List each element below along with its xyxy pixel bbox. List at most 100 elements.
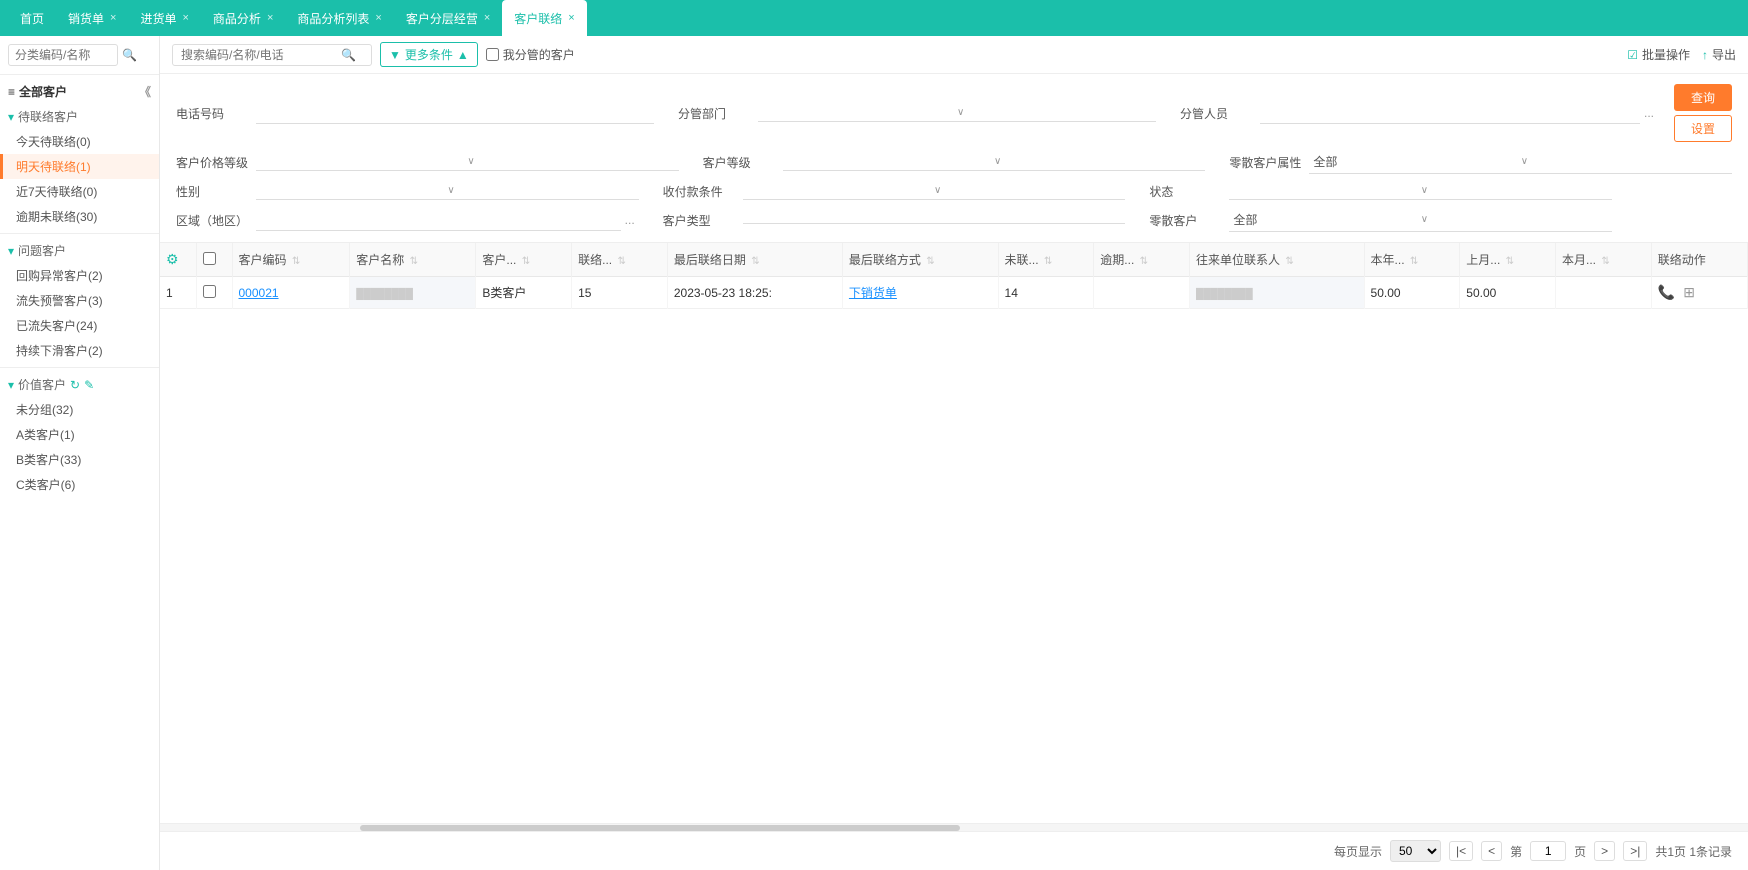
customer-table: ⚙ 客户编码 ⇅ 客户名称 ⇅ (160, 243, 1748, 309)
sidebar-item-today-contact[interactable]: 今天待联络(0) (0, 129, 159, 154)
sidebar-item-b-class[interactable]: B类客户(33) (0, 447, 159, 472)
col-contact-count: 联络... ⇅ (572, 243, 668, 277)
checkbox-icon: ☑ (1627, 48, 1638, 62)
row-overdue (1094, 277, 1190, 309)
retail-customer-select[interactable]: 全部 ∨ (1229, 208, 1612, 232)
my-customers-checkbox[interactable] (486, 48, 499, 61)
chevron-down-icon: ∨ (994, 156, 1201, 167)
search-icon[interactable]: 🔍 (122, 48, 137, 62)
row-last-month: 50.00 (1460, 277, 1556, 309)
sidebar-item-churn-warning[interactable]: 流失预警客户(3) (0, 288, 159, 313)
retail-attr-select[interactable]: 全部 ∨ (1309, 150, 1732, 174)
gender-select[interactable]: ∨ (256, 182, 639, 200)
filter-manager: 分管人员 ... (1180, 103, 1658, 124)
table-header-row: ⚙ 客户编码 ⇅ 客户名称 ⇅ (160, 243, 1748, 277)
manager-input[interactable] (1260, 103, 1640, 124)
customer-type-select[interactable] (743, 217, 1126, 224)
horizontal-scrollbar[interactable] (160, 823, 1748, 831)
col-type: 客户... ⇅ (476, 243, 572, 277)
chevron-down-icon: ∨ (1521, 156, 1728, 167)
sidebar-item-c-class[interactable]: C类客户(6) (0, 472, 159, 497)
nav-sales-order[interactable]: 销货单 × (56, 0, 128, 36)
sidebar-search-input[interactable] (8, 44, 118, 66)
page-number-input[interactable] (1530, 841, 1566, 861)
phone-input[interactable] (256, 103, 654, 124)
next-page-button[interactable]: > (1594, 841, 1615, 861)
filter-customer-level: 客户等级 ∨ (703, 153, 1206, 171)
filter-button[interactable]: ▼ 更多条件 ▲ (380, 42, 478, 67)
payment-select[interactable]: ∨ (743, 182, 1126, 200)
checkbox-header (196, 243, 232, 277)
row-uncontacted: 14 (998, 277, 1094, 309)
select-all-checkbox[interactable] (203, 252, 216, 265)
first-page-button[interactable]: |< (1449, 841, 1473, 861)
sidebar-item-abnormal-repurchase[interactable]: 回购异常客户(2) (0, 263, 159, 288)
sort-icon: ⇅ (1410, 256, 1418, 267)
customer-level-select[interactable]: ∨ (783, 153, 1206, 171)
all-customers-title: ≡ 全部客户 《 (0, 75, 159, 104)
dept-select[interactable]: ∨ (758, 104, 1156, 122)
more-icon[interactable]: ... (621, 213, 639, 227)
col-last-month: 上月... ⇅ (1460, 243, 1556, 277)
close-icon[interactable]: × (568, 12, 574, 24)
sidebar-item-churned[interactable]: 已流失客户(24) (0, 313, 159, 338)
nav-customer-contact[interactable]: 客户联络 × (502, 0, 586, 36)
search-icon[interactable]: 🔍 (341, 48, 356, 62)
filter-payment: 收付款条件 ∨ (663, 182, 1126, 200)
pagination-bar: 每页显示 50 100 200 |< < 第 页 > >| 共1页 1条记录 (160, 831, 1748, 870)
sort-icon: ⇅ (1601, 256, 1609, 267)
scrollbar-thumb[interactable] (360, 825, 960, 831)
row-code[interactable]: 000021 (232, 277, 350, 309)
sidebar-item-7days-contact[interactable]: 近7天待联络(0) (0, 179, 159, 204)
region-input[interactable] (256, 210, 621, 231)
export-button[interactable]: ↑ 导出 (1702, 46, 1736, 63)
settings-icon[interactable]: ⚙ (166, 251, 179, 267)
close-icon[interactable]: × (375, 12, 381, 24)
nav-product-analysis[interactable]: 商品分析 × (201, 0, 285, 36)
refresh-icon[interactable]: ↻ (70, 378, 80, 392)
close-icon[interactable]: × (267, 12, 273, 24)
nav-product-analysis-list[interactable]: 商品分析列表 × (285, 0, 393, 36)
nav-customer-tier[interactable]: 客户分层经营 × (394, 0, 502, 36)
status-select[interactable]: ∨ (1229, 182, 1612, 200)
close-icon[interactable]: × (484, 12, 490, 24)
close-icon[interactable]: × (182, 12, 188, 24)
divider (0, 233, 159, 234)
nav-purchase-order[interactable]: 进货单 × (128, 0, 200, 36)
col-this-month: 本月... ⇅ (1556, 243, 1652, 277)
price-level-select[interactable]: ∨ (256, 153, 679, 171)
search-input[interactable] (181, 48, 341, 62)
col-last-contact-date: 最后联络日期 ⇅ (667, 243, 842, 277)
value-customers-group: ▾ 价值客户 ↻ ✎ (0, 372, 159, 397)
row-unit-contact: ████████ (1190, 277, 1365, 309)
edit-icon[interactable]: ✎ (84, 378, 94, 392)
last-page-button[interactable]: >| (1623, 841, 1647, 861)
nav-home[interactable]: 首页 (8, 0, 56, 36)
row-last-method[interactable]: 下销货单 (842, 277, 998, 309)
sidebar-item-overdue-contact[interactable]: 逾期未联络(30) (0, 204, 159, 229)
row-select-checkbox[interactable] (203, 285, 216, 298)
pending-contact-group: ▾ 待联络客户 (0, 104, 159, 129)
sidebar-item-tomorrow-contact[interactable]: 明天待联络(1) (0, 154, 159, 179)
my-customers-checkbox-label[interactable]: 我分管的客户 (486, 46, 575, 63)
filter-row-1: 电话号码 分管部门 ∨ 分管人员 ... (176, 84, 1732, 142)
filter-status: 状态 ∨ (1149, 182, 1612, 200)
query-button[interactable]: 查询 (1674, 84, 1732, 111)
set-button[interactable]: 设置 (1674, 115, 1732, 142)
sort-icon: ⇅ (1044, 256, 1052, 267)
batch-operation-button[interactable]: ☑ 批量操作 (1627, 46, 1690, 63)
collapse-icon[interactable]: 《 (139, 83, 151, 100)
sidebar-item-a-class[interactable]: A类客户(1) (0, 422, 159, 447)
sort-icon: ⇅ (1506, 256, 1514, 267)
sidebar-item-declining[interactable]: 持续下滑客户(2) (0, 338, 159, 363)
chevron-down-icon: ∨ (1421, 185, 1608, 196)
page-size-select[interactable]: 50 100 200 (1390, 840, 1441, 862)
chevron-down-icon: ∨ (447, 185, 634, 196)
prev-page-button[interactable]: < (1481, 841, 1502, 861)
phone-icon[interactable]: 📞 (1658, 284, 1675, 301)
close-icon[interactable]: × (110, 12, 116, 24)
grid-icon[interactable]: ⊞ (1683, 284, 1695, 301)
sidebar-item-ungrouped[interactable]: 未分组(32) (0, 397, 159, 422)
more-icon[interactable]: ... (1640, 106, 1658, 120)
sort-icon: ⇅ (522, 256, 530, 267)
